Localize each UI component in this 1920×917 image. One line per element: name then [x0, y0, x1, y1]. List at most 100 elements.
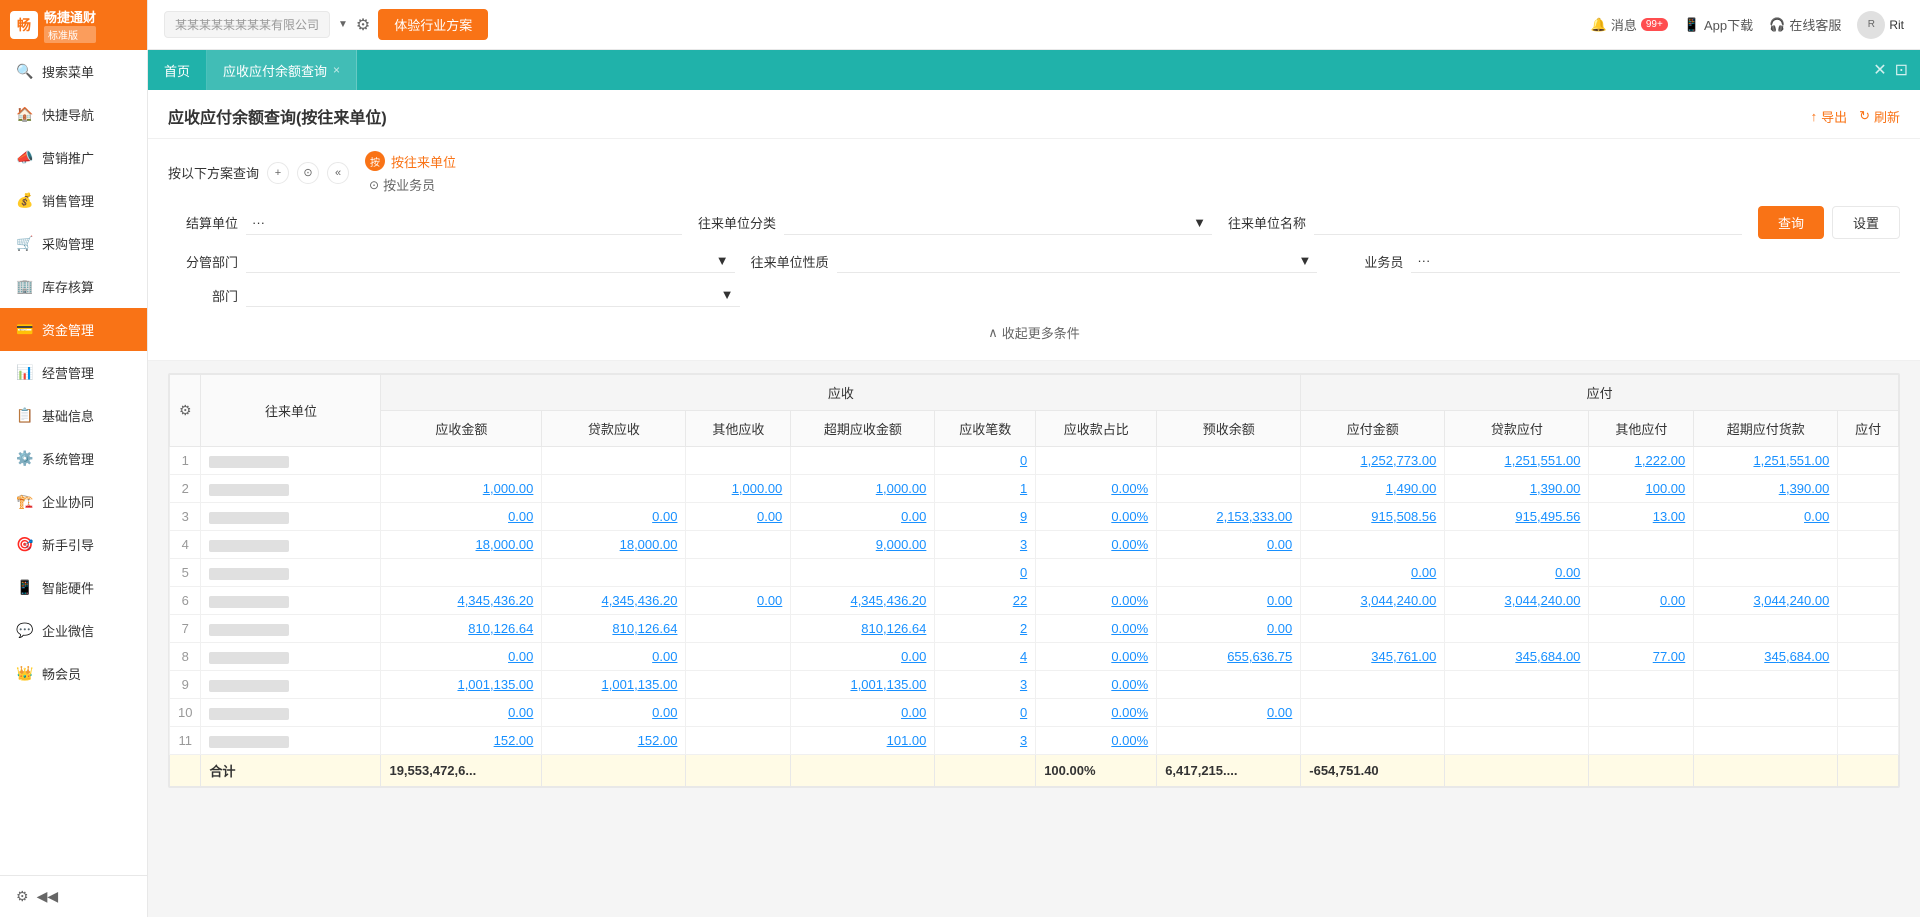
receivable-loan: 0.00	[542, 699, 686, 727]
overdue-payable	[1694, 559, 1838, 587]
department-select[interactable]: ▼	[246, 283, 740, 307]
sidebar-item-hardware[interactable]: 📱 智能硬件	[0, 566, 147, 609]
sidebar-item-inventory[interactable]: 🏢 库存核算	[0, 265, 147, 308]
receivable-count: 1	[935, 475, 1036, 503]
tab-home[interactable]: 首页	[148, 50, 207, 90]
sidebar-item-basic[interactable]: 📋 基础信息	[0, 394, 147, 437]
receivable-count: 9	[935, 503, 1036, 531]
other-payable	[1589, 615, 1694, 643]
marketing-icon: 📣	[16, 149, 34, 166]
overdue-payable: 0.00	[1694, 503, 1838, 531]
advance: 0.00	[1157, 699, 1301, 727]
advance	[1157, 447, 1301, 475]
sidebar-item-marketing[interactable]: 📣 营销推广	[0, 136, 147, 179]
avatar: R	[1857, 11, 1885, 39]
operation-icon: 📊	[16, 364, 34, 381]
refresh-button[interactable]: ↻ 刷新	[1859, 107, 1900, 126]
wechat-icon: 💬	[16, 622, 34, 639]
partner-name	[201, 587, 381, 615]
more-scheme-button[interactable]: «	[327, 162, 349, 184]
partner-name	[201, 671, 381, 699]
receivable-ratio: 0.00%	[1036, 671, 1157, 699]
sidebar-item-label: 畅会员	[42, 664, 81, 683]
row-number: 10	[170, 699, 201, 727]
payable-amount	[1301, 699, 1445, 727]
advance	[1157, 671, 1301, 699]
overdue-payable	[1694, 531, 1838, 559]
notifications-button[interactable]: 🔔 消息 99+	[1591, 15, 1668, 34]
username-label: Rit	[1889, 18, 1904, 32]
sidebar-item-finance[interactable]: 💳 资金管理	[0, 308, 147, 351]
collapse-icon[interactable]: ◀◀	[37, 888, 59, 905]
settings-gear-icon[interactable]: ⚙	[16, 888, 29, 905]
sidebar-logo: 畅 畅捷通财 标准版	[0, 0, 147, 50]
unit-category-select[interactable]: ▼	[784, 211, 1212, 235]
sidebar-item-purchase[interactable]: 🛒 采购管理	[0, 222, 147, 265]
company-dropdown-icon[interactable]: ▼	[338, 19, 348, 30]
advance	[1157, 559, 1301, 587]
company-selector[interactable]: 某某某某某某某某有限公司	[164, 11, 330, 38]
collapse-button[interactable]: ∧ 收起更多条件	[168, 317, 1900, 348]
industry-solution-button[interactable]: 体验行业方案	[378, 9, 488, 40]
settings-button[interactable]: 设置	[1832, 206, 1900, 239]
expand-window-icon[interactable]: ⊡	[1895, 60, 1908, 80]
logo-badge: 标准版	[44, 26, 96, 43]
payable-loan: 345,684.00	[1445, 643, 1589, 671]
member-icon: 👑	[16, 665, 34, 682]
overdue-receivable	[791, 447, 935, 475]
row-number: 7	[170, 615, 201, 643]
salesperson-input[interactable]: ···	[1411, 249, 1900, 273]
tabs-right-actions: ✕ ⊡	[1873, 60, 1920, 80]
edit-scheme-button[interactable]: ⊙	[297, 162, 319, 184]
scheme-by-staff[interactable]: ⊙ 按业务员	[365, 175, 456, 194]
other-receivable	[686, 671, 791, 699]
query-button[interactable]: 查询	[1758, 206, 1824, 239]
department-label: 部门	[168, 286, 238, 305]
receivable-count: 0	[935, 447, 1036, 475]
col-other-receivable: 其他应收	[686, 411, 791, 447]
export-button[interactable]: ↑ 导出	[1811, 107, 1848, 126]
sidebar-item-search[interactable]: 🔍 搜索菜单	[0, 50, 147, 93]
receivable-amount: 0.00	[381, 699, 542, 727]
tab-query[interactable]: 应收应付余额查询 ×	[207, 50, 357, 90]
app-download-button[interactable]: 📱 App下载	[1684, 15, 1753, 34]
sidebar-item-system[interactable]: ⚙️ 系统管理	[0, 437, 147, 480]
sidebar-item-member[interactable]: 👑 畅会员	[0, 652, 147, 695]
dept-manager-select[interactable]: ▼	[246, 249, 735, 273]
col-overdue-receivable: 超期应收金额	[791, 411, 935, 447]
settlement-unit-input[interactable]: ···	[246, 211, 682, 235]
sidebar-item-quicknav[interactable]: 🏠 快捷导航	[0, 93, 147, 136]
app-download-icon: 📱	[1684, 17, 1700, 33]
receivable-ratio: 0.00%	[1036, 699, 1157, 727]
scheme-by-unit[interactable]: 按 按往来单位	[365, 151, 456, 171]
tab-close-icon[interactable]: ×	[333, 63, 340, 77]
table-row: 7810,126.64810,126.64810,126.6420.00%0.0…	[170, 615, 1899, 643]
sidebar-item-guide[interactable]: 🎯 新手引导	[0, 523, 147, 566]
footer-label: 合计	[201, 755, 381, 787]
receivable-amount: 0.00	[381, 503, 542, 531]
receivable-ratio: 0.00%	[1036, 643, 1157, 671]
receivable-count: 4	[935, 643, 1036, 671]
payable-loan	[1445, 671, 1589, 699]
add-scheme-button[interactable]: +	[267, 162, 289, 184]
sidebar-item-enterprise[interactable]: 🏗️ 企业协同	[0, 480, 147, 523]
settings-icon[interactable]: ⚙	[356, 15, 370, 35]
unit-nature-select[interactable]: ▼	[837, 249, 1318, 273]
advance: 0.00	[1157, 615, 1301, 643]
sidebar-item-operation[interactable]: 📊 经营管理	[0, 351, 147, 394]
col-overdue-payable: 超期应付货款	[1694, 411, 1838, 447]
sidebar-item-wechat[interactable]: 💬 企业微信	[0, 609, 147, 652]
user-menu[interactable]: R Rit	[1857, 11, 1904, 39]
receivable-count: 3	[935, 531, 1036, 559]
notification-badge: 99+	[1641, 18, 1668, 31]
unit-name-label: 往来单位名称	[1228, 213, 1306, 232]
online-service-button[interactable]: 🎧 在线客服	[1769, 15, 1841, 34]
close-window-icon[interactable]: ✕	[1873, 60, 1886, 80]
unit-name-input[interactable]	[1314, 211, 1742, 235]
receivable-loan: 810,126.64	[542, 615, 686, 643]
sidebar-item-sales[interactable]: 💰 销售管理	[0, 179, 147, 222]
overdue-receivable: 810,126.64	[791, 615, 935, 643]
payable-loan	[1445, 699, 1589, 727]
col-settings-header[interactable]: ⚙	[170, 375, 201, 447]
headset-icon: 🎧	[1769, 17, 1785, 33]
